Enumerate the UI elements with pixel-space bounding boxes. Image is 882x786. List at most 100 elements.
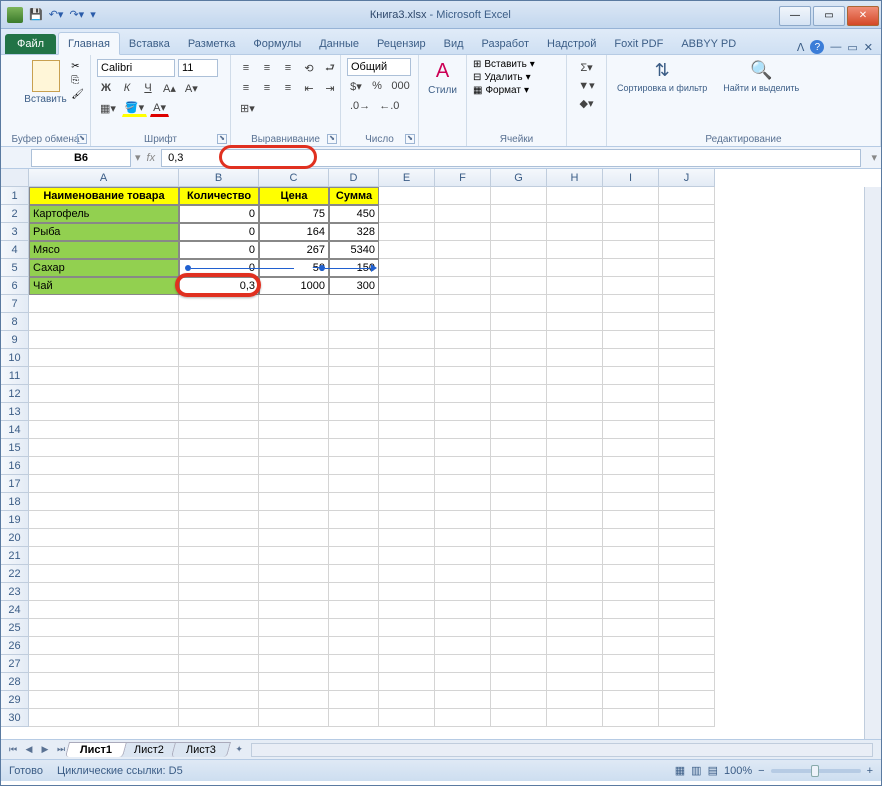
cell[interactable] [435,511,491,529]
cell[interactable] [329,457,379,475]
cell[interactable] [491,655,547,673]
cell[interactable] [259,385,329,403]
cell[interactable] [179,583,259,601]
cell[interactable] [603,511,659,529]
cut-icon[interactable]: ✂ [71,61,84,72]
cell[interactable] [491,547,547,565]
cell[interactable] [547,295,603,313]
indent-inc-icon[interactable]: ⇥ [321,79,339,97]
cell[interactable] [179,457,259,475]
undo-icon[interactable]: ↶▾ [49,8,64,21]
cell[interactable] [659,205,715,223]
cell[interactable] [491,637,547,655]
row-header[interactable]: 19 [1,511,29,529]
cell[interactable] [603,709,659,727]
cell[interactable] [603,637,659,655]
cell[interactable]: Картофель [29,205,179,223]
cell[interactable] [603,529,659,547]
cell[interactable] [329,547,379,565]
cell[interactable] [29,655,179,673]
cell[interactable]: Сахар [29,259,179,277]
cell[interactable] [329,619,379,637]
cell[interactable] [329,583,379,601]
cell[interactable] [435,313,491,331]
cell[interactable] [491,421,547,439]
wrap-text-icon[interactable]: ⮐ [321,59,339,77]
find-select-button[interactable]: 🔍 Найти и выделить [719,58,803,95]
cell[interactable] [329,565,379,583]
tab-addins[interactable]: Надстрой [538,33,605,54]
cell[interactable] [329,349,379,367]
name-box[interactable]: B6 [31,149,131,167]
cell[interactable] [379,493,435,511]
cell[interactable] [179,709,259,727]
tab-layout[interactable]: Разметка [179,33,245,54]
cell[interactable]: 300 [329,277,379,295]
row-header[interactable]: 26 [1,637,29,655]
row-header[interactable]: 25 [1,619,29,637]
format-cells-icon[interactable]: ▦ [473,85,482,96]
cell[interactable] [329,637,379,655]
cell[interactable] [491,385,547,403]
delete-cells-button[interactable]: Удалить [484,72,522,83]
cell[interactable] [329,439,379,457]
cell[interactable] [329,403,379,421]
row-header[interactable]: 24 [1,601,29,619]
sheet-tab[interactable]: Лист3 [171,742,231,757]
insert-cells-button[interactable]: Вставить [484,59,526,70]
cell[interactable] [29,403,179,421]
cell[interactable] [29,565,179,583]
cell[interactable] [379,223,435,241]
cell[interactable]: 0,3 [179,277,259,295]
cell[interactable] [435,277,491,295]
cell[interactable] [259,547,329,565]
italic-button[interactable]: К [118,79,136,97]
cell[interactable] [603,403,659,421]
cell[interactable] [491,331,547,349]
minimize-button[interactable]: — [779,6,811,26]
cell[interactable] [379,529,435,547]
row-header[interactable]: 22 [1,565,29,583]
cell[interactable] [659,547,715,565]
cell[interactable] [179,619,259,637]
cell[interactable] [659,349,715,367]
cell[interactable] [379,259,435,277]
cell[interactable] [379,655,435,673]
cell[interactable] [547,187,603,205]
cell[interactable] [491,187,547,205]
cell[interactable] [547,223,603,241]
cell[interactable] [179,673,259,691]
cell[interactable] [603,547,659,565]
cell[interactable] [379,619,435,637]
cell[interactable]: Наименование товара [29,187,179,205]
col-header[interactable]: H [547,169,603,187]
zoom-level[interactable]: 100% [724,765,752,777]
tab-nav-first-icon[interactable]: ⏮ [5,742,21,758]
cell[interactable] [435,655,491,673]
col-header[interactable]: E [379,169,435,187]
cell[interactable]: 267 [259,241,329,259]
cell[interactable] [435,331,491,349]
cell[interactable] [259,637,329,655]
cell[interactable] [547,403,603,421]
cell[interactable] [547,601,603,619]
col-header[interactable]: C [259,169,329,187]
cell[interactable] [29,457,179,475]
insert-cells-icon[interactable]: ⊞ [473,59,481,70]
col-header[interactable]: J [659,169,715,187]
cell[interactable] [603,385,659,403]
row-header[interactable]: 12 [1,385,29,403]
cell[interactable] [29,601,179,619]
cell[interactable] [29,421,179,439]
cell[interactable] [659,277,715,295]
cell[interactable] [29,547,179,565]
cell[interactable] [329,691,379,709]
cell[interactable] [29,511,179,529]
row-header[interactable]: 27 [1,655,29,673]
close-button[interactable]: ✕ [847,6,879,26]
cell[interactable] [659,367,715,385]
cell[interactable]: 0 [179,205,259,223]
cell[interactable] [491,691,547,709]
cell[interactable] [435,709,491,727]
cell[interactable] [329,655,379,673]
